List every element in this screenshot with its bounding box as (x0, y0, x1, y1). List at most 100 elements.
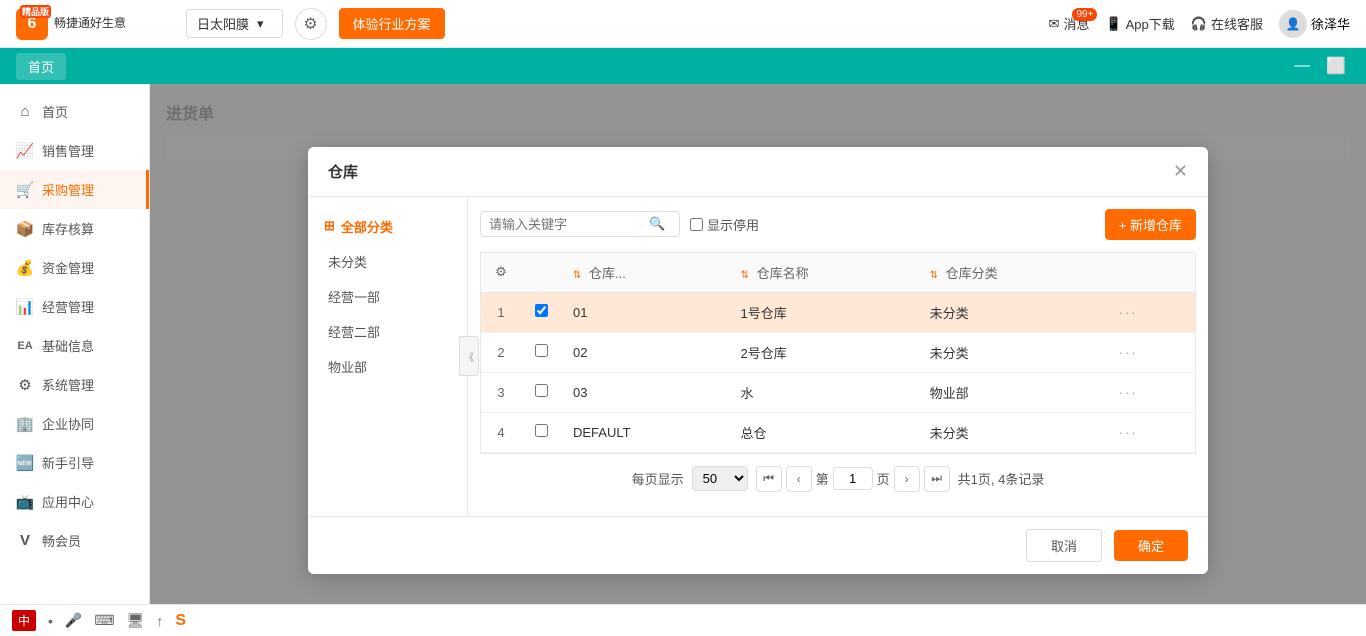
message-icon: ✉ (1049, 16, 1060, 32)
category-all[interactable]: ⊞ 全部分类 (308, 209, 467, 244)
row-checkbox-cell (521, 372, 561, 412)
display-icon[interactable]: 🖥 (127, 612, 145, 629)
chevron-down-icon: ▾ (257, 16, 264, 32)
microphone-icon[interactable]: 🎤 (65, 612, 82, 629)
category-item-unclassified[interactable]: 未分类 (308, 244, 467, 279)
add-warehouse-button[interactable]: + 新增仓库 (1105, 209, 1196, 240)
enterprise-icon: 🏢 (16, 415, 34, 433)
keyboard-icon[interactable]: ⌨ (94, 612, 114, 629)
sidebar-item-apps[interactable]: 📺 应用中心 (0, 482, 149, 521)
user-area[interactable]: 👤 徐泽华 (1279, 10, 1350, 38)
row-code: 02 (561, 332, 729, 372)
apps-icon: 📺 (16, 493, 34, 511)
cancel-button[interactable]: 取消 (1026, 529, 1102, 562)
row-actions[interactable]: ··· (1107, 292, 1195, 332)
first-page-btn[interactable]: ⏮ (756, 466, 782, 492)
row-checkbox[interactable] (535, 344, 548, 357)
next-page-btn[interactable]: › (894, 466, 920, 492)
inventory-icon: 📦 (16, 220, 34, 238)
minimize-icon[interactable]: — (1290, 53, 1314, 79)
show-disabled-checkbox-label[interactable]: 显示停用 (690, 215, 759, 234)
gear-button[interactable]: ⚙ (295, 8, 327, 40)
message-button[interactable]: ✉ 消息 99+ (1049, 14, 1090, 33)
category-item-property[interactable]: 物业部 (308, 349, 467, 384)
th-code[interactable]: ⇅ 仓库... (561, 253, 729, 293)
sidebar-item-sales[interactable]: 📈 销售管理 (0, 131, 149, 170)
row-settings: 3 (481, 372, 521, 412)
sidebar-item-inventory[interactable]: 📦 库存核算 (0, 209, 149, 248)
upload-icon[interactable]: ↑ (156, 613, 163, 629)
sidebar-item-enterprise[interactable]: 🏢 企业协同 (0, 404, 149, 443)
row-action-dots[interactable]: ··· (1119, 385, 1138, 400)
table-row[interactable]: 4 DEFAULT 总仓 未分类 ··· (481, 412, 1195, 452)
ime-indicator[interactable]: 中 (12, 610, 36, 631)
sidebar-item-member[interactable]: V 畅会员 (0, 521, 149, 560)
search-input[interactable] (489, 217, 649, 232)
member-icon: V (16, 532, 34, 550)
warehouse-table: ⚙ ⇅ 仓库... ⇅ 仓库名称 (480, 252, 1196, 454)
app-download-button[interactable]: 📱 App下载 (1105, 14, 1174, 33)
row-checkbox[interactable] (535, 424, 548, 437)
header-middle: ⚙ 体验行业方案 (295, 8, 1049, 40)
maximize-icon[interactable]: ⬜ (1322, 52, 1350, 80)
phone-icon: 📱 (1105, 16, 1121, 32)
table-row[interactable]: 2 02 2号仓库 未分类 ··· (481, 332, 1195, 372)
row-category: 物业部 (918, 372, 1107, 412)
store-selector[interactable]: 日太阳膜 ▾ (186, 9, 283, 38)
modal-footer: 取消 确定 (308, 516, 1208, 574)
row-action-dots[interactable]: ··· (1119, 425, 1138, 440)
row-checkbox-cell (521, 332, 561, 372)
collapse-arrow[interactable]: 《 (459, 336, 479, 376)
th-name[interactable]: ⇅ 仓库名称 (729, 253, 918, 293)
bottom-icon-1[interactable]: • (48, 613, 53, 629)
row-category: 未分类 (918, 332, 1107, 372)
row-category: 未分类 (918, 412, 1107, 452)
modal-overlay: 仓库 ✕ ⊞ 全部分类 未分类 经营一部 经营二部 物业部 (150, 84, 1366, 636)
modal-close-button[interactable]: ✕ (1173, 161, 1188, 182)
sidebar-item-finance[interactable]: 💰 资金管理 (0, 248, 149, 287)
table-row[interactable]: 3 03 水 物业部 ··· (481, 372, 1195, 412)
page-label: 第 (816, 469, 829, 488)
row-action-dots[interactable]: ··· (1119, 345, 1138, 360)
category-item-dept2[interactable]: 经营二部 (308, 314, 467, 349)
sidebar-item-basic[interactable]: EA 基础信息 (0, 326, 149, 365)
row-actions[interactable]: ··· (1107, 412, 1195, 452)
row-actions[interactable]: ··· (1107, 332, 1195, 372)
per-page-label: 每页显示 (632, 469, 684, 488)
page-nav: ⏮ ‹ 第 页 › ⏭ (756, 466, 950, 492)
prev-page-btn[interactable]: ‹ (786, 466, 812, 492)
row-checkbox[interactable] (535, 304, 548, 317)
show-disabled-checkbox[interactable] (690, 218, 703, 231)
last-page-btn[interactable]: ⏭ (924, 466, 950, 492)
page-unit: 页 (877, 469, 890, 488)
row-actions[interactable]: ··· (1107, 372, 1195, 412)
sidebar-item-home[interactable]: ⌂ 首页 (0, 92, 149, 131)
industry-btn[interactable]: 体验行业方案 (339, 8, 445, 39)
modal-body: ⊞ 全部分类 未分类 经营一部 经营二部 物业部 《 (308, 197, 1208, 516)
row-code: 01 (561, 292, 729, 332)
modal-title: 仓库 (328, 161, 358, 182)
sidebar-item-operation[interactable]: 📊 经营管理 (0, 287, 149, 326)
confirm-button[interactable]: 确定 (1114, 530, 1188, 561)
th-settings[interactable]: ⚙ (481, 253, 521, 293)
per-page-select[interactable]: 50 10 20 100 (692, 466, 748, 491)
th-category[interactable]: ⇅ 仓库分类 (918, 253, 1107, 293)
category-item-dept1[interactable]: 经营一部 (308, 279, 467, 314)
row-action-dots[interactable]: ··· (1119, 305, 1138, 320)
logo-text: 畅捷通好生意 (54, 16, 126, 32)
row-checkbox[interactable] (535, 384, 548, 397)
tab-home[interactable]: 首页 (16, 53, 66, 80)
sidebar-item-purchase[interactable]: 🛒 采购管理 (0, 170, 149, 209)
finance-icon: 💰 (16, 259, 34, 277)
sort-icon-code: ⇅ (573, 270, 581, 281)
service-button[interactable]: 🎧 在线客服 (1191, 14, 1263, 33)
search-icon[interactable]: 🔍 (649, 216, 665, 232)
sidebar-item-system[interactable]: ⚙ 系统管理 (0, 365, 149, 404)
sidebar-item-guide[interactable]: 🆕 新手引导 (0, 443, 149, 482)
page-input[interactable] (833, 467, 873, 490)
table-row[interactable]: 1 01 1号仓库 未分类 ··· (481, 292, 1195, 332)
gear-icon: ⚙ (303, 14, 317, 34)
system-icon: ⚙ (16, 376, 34, 394)
bottom-bar: 中 • 🎤 ⌨ 🖥 ↑ S (0, 604, 1366, 636)
content-area: 进货单 仓库 ✕ ⊞ 全部分类 (150, 84, 1366, 636)
